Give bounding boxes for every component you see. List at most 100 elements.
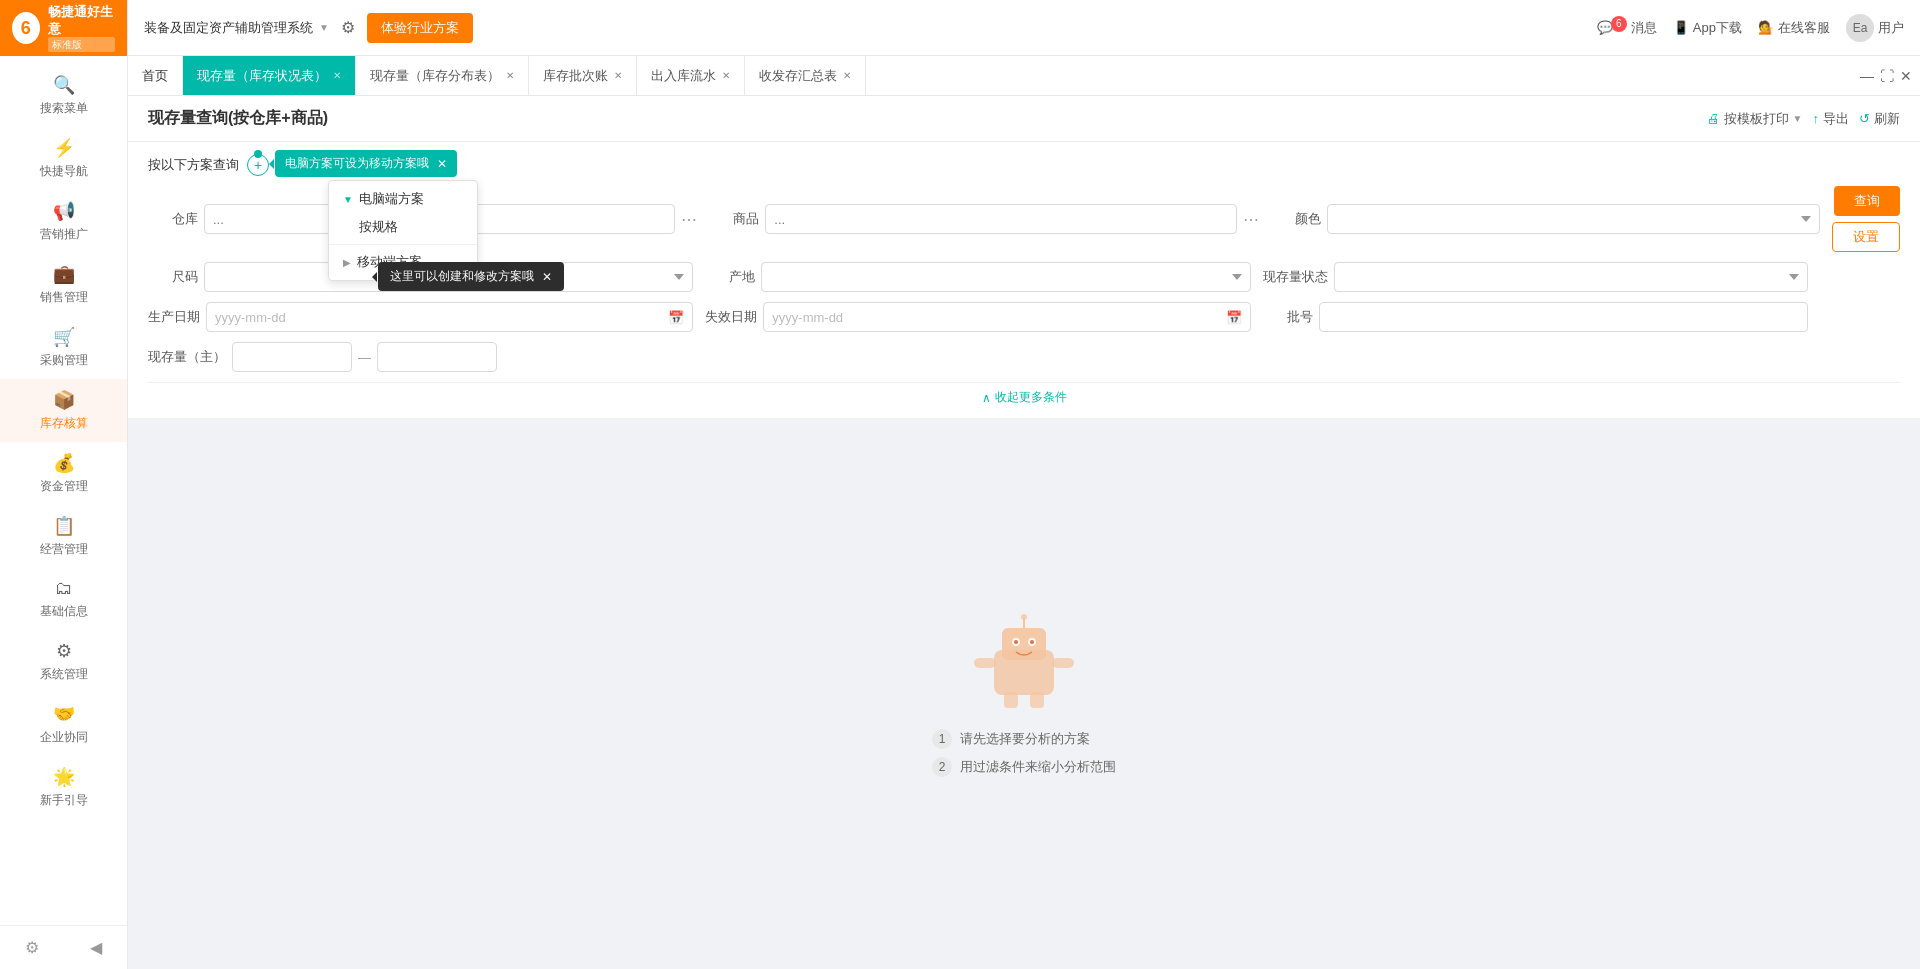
collapse-btn[interactable]: ∧ 收起更多条件 bbox=[982, 389, 1067, 406]
scheme-tree-item-spec[interactable]: 按规格 bbox=[329, 213, 477, 241]
sidebar-item-inventory[interactable]: 📦 库存核算 bbox=[0, 379, 127, 442]
tab-right-buttons: — ⛶ ✕ bbox=[1852, 56, 1920, 95]
tab-batch-ledger-close[interactable]: ✕ bbox=[614, 70, 622, 81]
print-template-btn[interactable]: 🖨 按模板打印 ▼ bbox=[1707, 110, 1803, 128]
tab-minimize-btn[interactable]: — bbox=[1860, 68, 1874, 84]
tab-inventory-dist-close[interactable]: ✕ bbox=[506, 70, 514, 81]
expiry-date-input[interactable]: yyyy-mm-dd 📅 bbox=[763, 302, 1250, 332]
header-settings-btn[interactable]: ⚙ bbox=[341, 18, 355, 37]
sidebar-item-label: 经营管理 bbox=[40, 541, 88, 558]
footer-settings-btn[interactable]: ⚙ bbox=[25, 938, 39, 957]
tab-inventory-status-close[interactable]: ✕ bbox=[333, 70, 341, 81]
sidebar-item-sales[interactable]: 💼 销售管理 bbox=[0, 253, 127, 316]
sidebar-item-guide[interactable]: 🌟 新手引导 bbox=[0, 756, 127, 819]
svg-point-5 bbox=[1030, 640, 1034, 644]
step-2-text: 用过滤条件来缩小分析范围 bbox=[960, 758, 1116, 776]
sidebar-item-purchase[interactable]: 🛒 采购管理 bbox=[0, 316, 127, 379]
svg-rect-8 bbox=[1004, 692, 1018, 708]
svg-point-4 bbox=[1014, 640, 1018, 644]
scheme-divider bbox=[329, 244, 477, 245]
empty-svg bbox=[964, 610, 1084, 710]
sidebar-item-label: 系统管理 bbox=[40, 666, 88, 683]
export-btn[interactable]: ↑ 导出 bbox=[1813, 110, 1850, 128]
color-select[interactable] bbox=[1327, 204, 1820, 234]
search-button[interactable]: 查询 bbox=[1834, 186, 1900, 216]
page-title: 现存量查询(按仓库+商品) bbox=[148, 108, 328, 129]
tab-receive-summary[interactable]: 收发存汇总表 ✕ bbox=[745, 56, 866, 95]
tab-maximize-btn[interactable]: ⛶ bbox=[1880, 68, 1894, 84]
warehouse-dots[interactable]: ⋯ bbox=[681, 210, 697, 229]
sidebar-item-operations[interactable]: 📋 经营管理 bbox=[0, 505, 127, 568]
system-selector[interactable]: 装备及固定资产辅助管理系统 ▼ bbox=[144, 19, 329, 37]
stock-main-max-input[interactable] bbox=[377, 342, 497, 372]
system-selector-chevron: ▼ bbox=[319, 22, 329, 33]
sidebar-footer: ⚙ ◀ bbox=[0, 925, 127, 969]
edit-tooltip: 这里可以创建和修改方案哦 ✕ bbox=[378, 262, 564, 291]
edit-tooltip-close[interactable]: ✕ bbox=[542, 270, 552, 284]
tab-inventory-dist[interactable]: 现存量（库存分布表） ✕ bbox=[356, 56, 529, 95]
goods-input[interactable] bbox=[765, 204, 1236, 234]
expiry-date-label: 失效日期 bbox=[705, 308, 757, 326]
app-download-label: App下载 bbox=[1693, 19, 1742, 37]
message-label: 消息 bbox=[1631, 19, 1657, 37]
step-num-1: 1 bbox=[932, 729, 952, 749]
batch-input[interactable] bbox=[1319, 302, 1808, 332]
settings-button[interactable]: 设置 bbox=[1832, 222, 1900, 252]
tab-in-out-flow[interactable]: 出入库流水 ✕ bbox=[637, 56, 745, 95]
tab-close-btn[interactable]: ✕ bbox=[1900, 68, 1912, 84]
tab-home[interactable]: 首页 bbox=[128, 56, 183, 95]
refresh-label: 刷新 bbox=[1874, 110, 1900, 128]
svg-rect-6 bbox=[974, 658, 996, 668]
sidebar-item-marketing[interactable]: 📢 营销推广 bbox=[0, 190, 127, 253]
manufacture-date-input[interactable]: yyyy-mm-dd 📅 bbox=[206, 302, 693, 332]
sidebar-item-basic[interactable]: 🗂 基础信息 bbox=[0, 568, 127, 630]
scheme-tree-item-desktop[interactable]: ▼ 电脑端方案 bbox=[329, 185, 477, 213]
batch-group: 批号 bbox=[1263, 302, 1808, 332]
collapse-label: 收起更多条件 bbox=[995, 389, 1067, 406]
color-group: 颜色 bbox=[1271, 204, 1820, 234]
goods-dots[interactable]: ⋯ bbox=[1243, 210, 1259, 229]
expiry-date-group: 失效日期 yyyy-mm-dd 📅 bbox=[705, 302, 1250, 332]
refresh-btn[interactable]: ↺ 刷新 bbox=[1859, 110, 1900, 128]
messages-item[interactable]: 💬 6 消息 bbox=[1597, 19, 1657, 37]
manufacture-date-label: 生产日期 bbox=[148, 308, 200, 326]
calendar-icon-2: 📅 bbox=[1226, 310, 1242, 325]
footer-collapse-btn[interactable]: ◀ bbox=[90, 938, 102, 957]
message-badge: 6 bbox=[1611, 16, 1627, 32]
sidebar-item-enterprise[interactable]: 🤝 企业协同 bbox=[0, 693, 127, 756]
sidebar-item-finance[interactable]: 💰 资金管理 bbox=[0, 442, 127, 505]
sidebar-item-search[interactable]: 🔍 搜索菜单 bbox=[0, 64, 127, 127]
page-header-actions: 🖨 按模板打印 ▼ ↑ 导出 ↺ 刷新 bbox=[1707, 110, 1900, 128]
tab-inventory-status-label: 现存量（库存状况表） bbox=[197, 67, 327, 85]
tab-in-out-flow-close[interactable]: ✕ bbox=[722, 70, 730, 81]
svg-rect-9 bbox=[1030, 692, 1044, 708]
add-scheme-wrapper: + 电脑方案可设为移动方案哦 ✕ bbox=[247, 154, 269, 176]
sidebar-logo: 6 畅捷通好生意 标准版 bbox=[0, 0, 127, 56]
sidebar-item-quick-nav[interactable]: ⚡ 快捷导航 bbox=[0, 127, 127, 190]
app-download-item[interactable]: 📱 App下载 bbox=[1673, 19, 1742, 37]
step-1-text: 请先选择要分析的方案 bbox=[960, 730, 1090, 748]
empty-state: 1 请先选择要分析的方案 2 用过滤条件来缩小分析范围 bbox=[128, 418, 1920, 969]
stock-main-min-input[interactable] bbox=[232, 342, 352, 372]
filter-row-4: 现存量（主） — bbox=[148, 342, 1900, 372]
origin-select[interactable] bbox=[761, 262, 1250, 292]
online-support-item[interactable]: 💁 在线客服 bbox=[1758, 19, 1830, 37]
expiry-date-value: yyyy-mm-dd bbox=[772, 310, 843, 325]
search-icon: 🔍 bbox=[53, 74, 75, 96]
tab-batch-ledger[interactable]: 库存批次账 ✕ bbox=[529, 56, 637, 95]
stock-status-select[interactable] bbox=[1334, 262, 1808, 292]
color-label: 颜色 bbox=[1271, 210, 1321, 228]
guide-icon: 🌟 bbox=[53, 766, 75, 788]
sidebar-item-label: 销售管理 bbox=[40, 289, 88, 306]
phone-icon: 📱 bbox=[1673, 20, 1689, 35]
trial-button[interactable]: 体验行业方案 bbox=[367, 13, 473, 43]
online-support-label: 在线客服 bbox=[1778, 19, 1830, 37]
tab-receive-summary-close[interactable]: ✕ bbox=[843, 70, 851, 81]
print-label: 按模板打印 bbox=[1724, 110, 1789, 128]
add-tooltip-close[interactable]: ✕ bbox=[437, 157, 447, 171]
tab-in-out-flow-label: 出入库流水 bbox=[651, 67, 716, 85]
user-item[interactable]: Ea 用户 bbox=[1846, 14, 1904, 42]
sidebar-item-system[interactable]: ⚙ 系统管理 bbox=[0, 630, 127, 693]
tab-inventory-status[interactable]: 现存量（库存状况表） ✕ bbox=[183, 56, 356, 95]
tree-expand-icon: ▼ bbox=[343, 194, 353, 205]
